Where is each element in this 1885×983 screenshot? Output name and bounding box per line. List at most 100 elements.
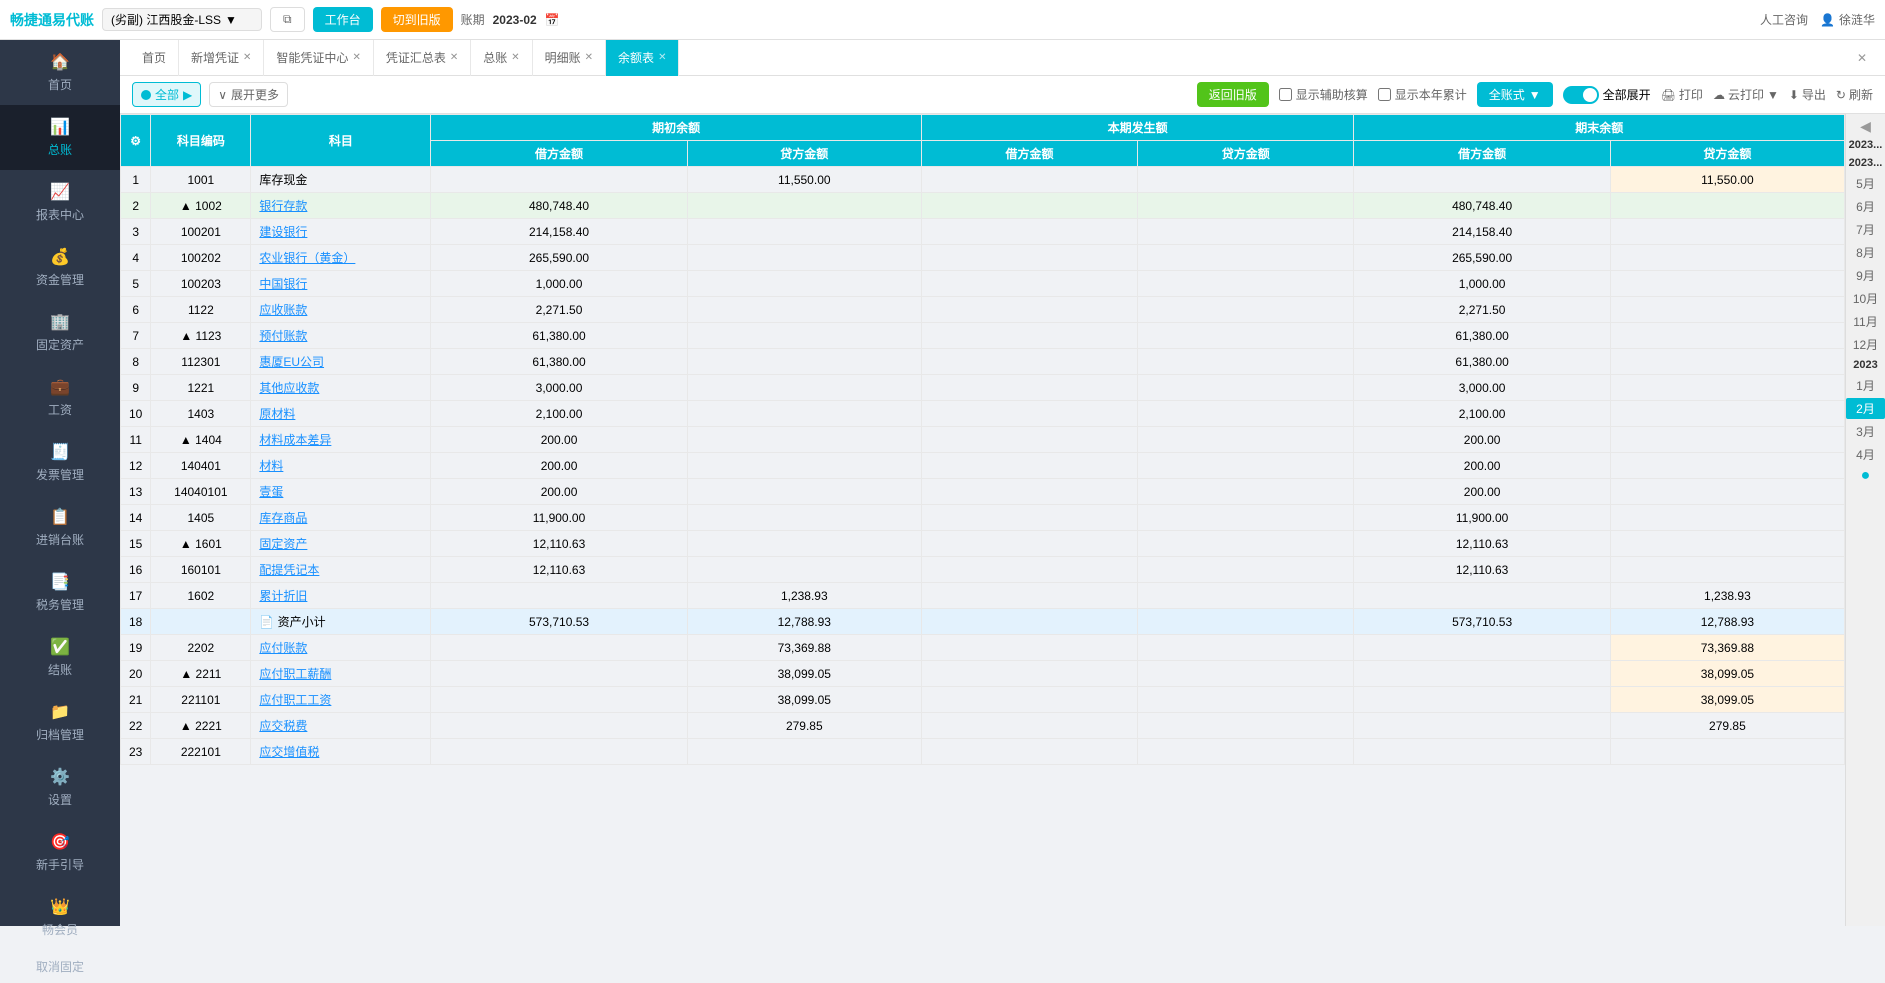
sidebar-item-sales[interactable]: 📋 进销台账: [0, 495, 120, 560]
row-name[interactable]: 累计折旧: [251, 583, 431, 609]
row-name[interactable]: 壹蛋: [251, 479, 431, 505]
row-name[interactable]: 材料成本差异: [251, 427, 431, 453]
sidebar-item-tax[interactable]: 📑 税务管理: [0, 560, 120, 625]
month-1[interactable]: 1月: [1846, 375, 1885, 396]
sidebar-bottom-pin[interactable]: 取消固定: [0, 950, 120, 983]
row-name-link[interactable]: 壹蛋: [259, 485, 283, 499]
header-gear[interactable]: ⚙: [121, 115, 151, 167]
tab-smart-voucher[interactable]: 智能凭证中心 ✕: [264, 40, 373, 76]
row-name[interactable]: 预付账款: [251, 323, 431, 349]
month-7[interactable]: 7月: [1846, 219, 1885, 240]
row-name[interactable]: 应收账款: [251, 297, 431, 323]
return-old-version-button[interactable]: 返回旧版: [1197, 82, 1269, 107]
row-name-link[interactable]: 材料成本差异: [259, 433, 331, 447]
user-info[interactable]: 👤 徐涟华: [1820, 11, 1875, 28]
full-mode-button[interactable]: 全账式 ▼: [1477, 82, 1553, 107]
sidebar-item-funds[interactable]: 💰 资金管理: [0, 235, 120, 300]
row-name-link[interactable]: 农业银行（黄金）: [259, 251, 355, 265]
company-selector[interactable]: (劣副) 江西股金-LSS ▼: [102, 8, 262, 31]
tab-home[interactable]: 首页: [130, 40, 179, 76]
row-name[interactable]: 其他应收款: [251, 375, 431, 401]
sidebar-item-member[interactable]: 👑 畅会员: [0, 885, 120, 950]
sidebar-item-invoices[interactable]: 🧾 发票管理: [0, 430, 120, 495]
tab-voucher-summary-close[interactable]: ✕: [450, 52, 458, 63]
row-name-link[interactable]: 原材料: [259, 407, 295, 421]
sidebar-item-ledger[interactable]: 📊 总账: [0, 105, 120, 170]
month-3[interactable]: 3月: [1846, 421, 1885, 442]
row-name[interactable]: 应付职工工资: [251, 687, 431, 713]
expand-more-button[interactable]: ∨ 展开更多: [209, 82, 288, 107]
row-name[interactable]: 农业银行（黄金）: [251, 245, 431, 271]
month-8[interactable]: 8月: [1846, 242, 1885, 263]
row-name-link[interactable]: 固定资产: [259, 537, 307, 551]
month-6[interactable]: 6月: [1846, 196, 1885, 217]
tab-area-close-icon[interactable]: ✕: [1849, 51, 1875, 65]
expand-all-toggle[interactable]: [1563, 86, 1599, 104]
month-5[interactable]: 5月: [1846, 173, 1885, 194]
tab-detail-ledger-close[interactable]: ✕: [585, 52, 593, 63]
sidebar-item-archive[interactable]: 📁 归档管理: [0, 690, 120, 755]
row-name-link[interactable]: 应交税费: [259, 719, 307, 733]
month-12[interactable]: 12月: [1846, 334, 1885, 355]
tab-detail-ledger[interactable]: 明细账 ✕: [533, 40, 606, 76]
row-name-link[interactable]: 应付职工工资: [259, 693, 331, 707]
month-11[interactable]: 11月: [1846, 311, 1885, 332]
tab-smart-voucher-close[interactable]: ✕: [352, 52, 360, 63]
row-name[interactable]: 应付职工薪酬: [251, 661, 431, 687]
sidebar-item-fixed-assets[interactable]: 🏢 固定资产: [0, 300, 120, 365]
row-name-link[interactable]: 应付账款: [259, 641, 307, 655]
cloud-print-button[interactable]: ☁ 云打印 ▼: [1713, 86, 1779, 103]
row-name[interactable]: 原材料: [251, 401, 431, 427]
tab-new-voucher-close[interactable]: ✕: [243, 52, 251, 63]
tab-balance-sheet[interactable]: 余额表 ✕: [606, 40, 679, 76]
row-name-link[interactable]: 惠厦EU公司: [259, 355, 324, 369]
row-name[interactable]: 固定资产: [251, 531, 431, 557]
row-name-link[interactable]: 银行存款: [259, 199, 307, 213]
month-9[interactable]: 9月: [1846, 265, 1885, 286]
show-ytd-checkbox-group[interactable]: 显示本年累计: [1378, 86, 1467, 103]
sidebar-item-home[interactable]: 🏠 首页: [0, 40, 120, 105]
sidebar-item-reports[interactable]: 📈 报表中心: [0, 170, 120, 235]
month-2-active[interactable]: 2月: [1846, 398, 1885, 419]
row-name[interactable]: 库存商品: [251, 505, 431, 531]
panel-collapse-icon[interactable]: ◀: [1860, 118, 1871, 135]
row-name[interactable]: 应交增值税: [251, 739, 431, 765]
row-name-link[interactable]: 中国银行: [259, 277, 307, 291]
row-name-link[interactable]: 配提凭记本: [259, 563, 319, 577]
sidebar-item-settings[interactable]: ⚙️ 设置: [0, 755, 120, 820]
row-name[interactable]: 材料: [251, 453, 431, 479]
sidebar-item-close[interactable]: ✅ 结账: [0, 625, 120, 690]
row-name-link[interactable]: 材料: [259, 459, 283, 473]
month-4[interactable]: 4月: [1846, 444, 1885, 465]
row-name[interactable]: 配提凭记本: [251, 557, 431, 583]
show-ytd-checkbox[interactable]: [1378, 88, 1391, 101]
row-name-link[interactable]: 预付账款: [259, 329, 307, 343]
sidebar-item-payroll[interactable]: 💼 工资: [0, 365, 120, 430]
show-aux-checkbox[interactable]: [1279, 88, 1292, 101]
tab-general-ledger[interactable]: 总账 ✕: [471, 40, 532, 76]
row-name-link[interactable]: 应交增值税: [259, 745, 319, 759]
consult-label[interactable]: 人工咨询: [1760, 11, 1808, 28]
row-name-link[interactable]: 其他应收款: [259, 381, 319, 395]
sidebar-item-guide[interactable]: 🎯 新手引导: [0, 820, 120, 885]
row-name[interactable]: 中国银行: [251, 271, 431, 297]
row-name-link[interactable]: 应付职工薪酬: [259, 667, 331, 681]
row-name-link[interactable]: 建设银行: [259, 225, 307, 239]
calendar-icon[interactable]: 📅: [545, 13, 560, 27]
tab-new-voucher[interactable]: 新增凭证 ✕: [179, 40, 264, 76]
row-name[interactable]: 惠厦EU公司: [251, 349, 431, 375]
workbench-button[interactable]: 工作台: [313, 7, 373, 32]
refresh-button[interactable]: ↻ 刷新: [1836, 86, 1873, 103]
row-name-link[interactable]: 应收账款: [259, 303, 307, 317]
row-name[interactable]: 应付账款: [251, 635, 431, 661]
row-name-link[interactable]: 库存商品: [259, 511, 307, 525]
print-button[interactable]: 🖨 打印: [1661, 86, 1703, 103]
row-name[interactable]: 应交税费: [251, 713, 431, 739]
row-name[interactable]: 建设银行: [251, 219, 431, 245]
switch-version-button[interactable]: 切到旧版: [381, 7, 453, 32]
table-wrapper[interactable]: ⚙ 科目编码 科目 期初余额 本期发生额 期末余额 借方金额 贷方金额 借方金额…: [120, 114, 1845, 926]
tab-balance-sheet-close[interactable]: ✕: [658, 52, 666, 63]
export-button[interactable]: ⬇ 导出: [1789, 86, 1826, 103]
row-name[interactable]: 银行存款: [251, 193, 431, 219]
filter-all-button[interactable]: 全部 ▶: [132, 82, 201, 107]
